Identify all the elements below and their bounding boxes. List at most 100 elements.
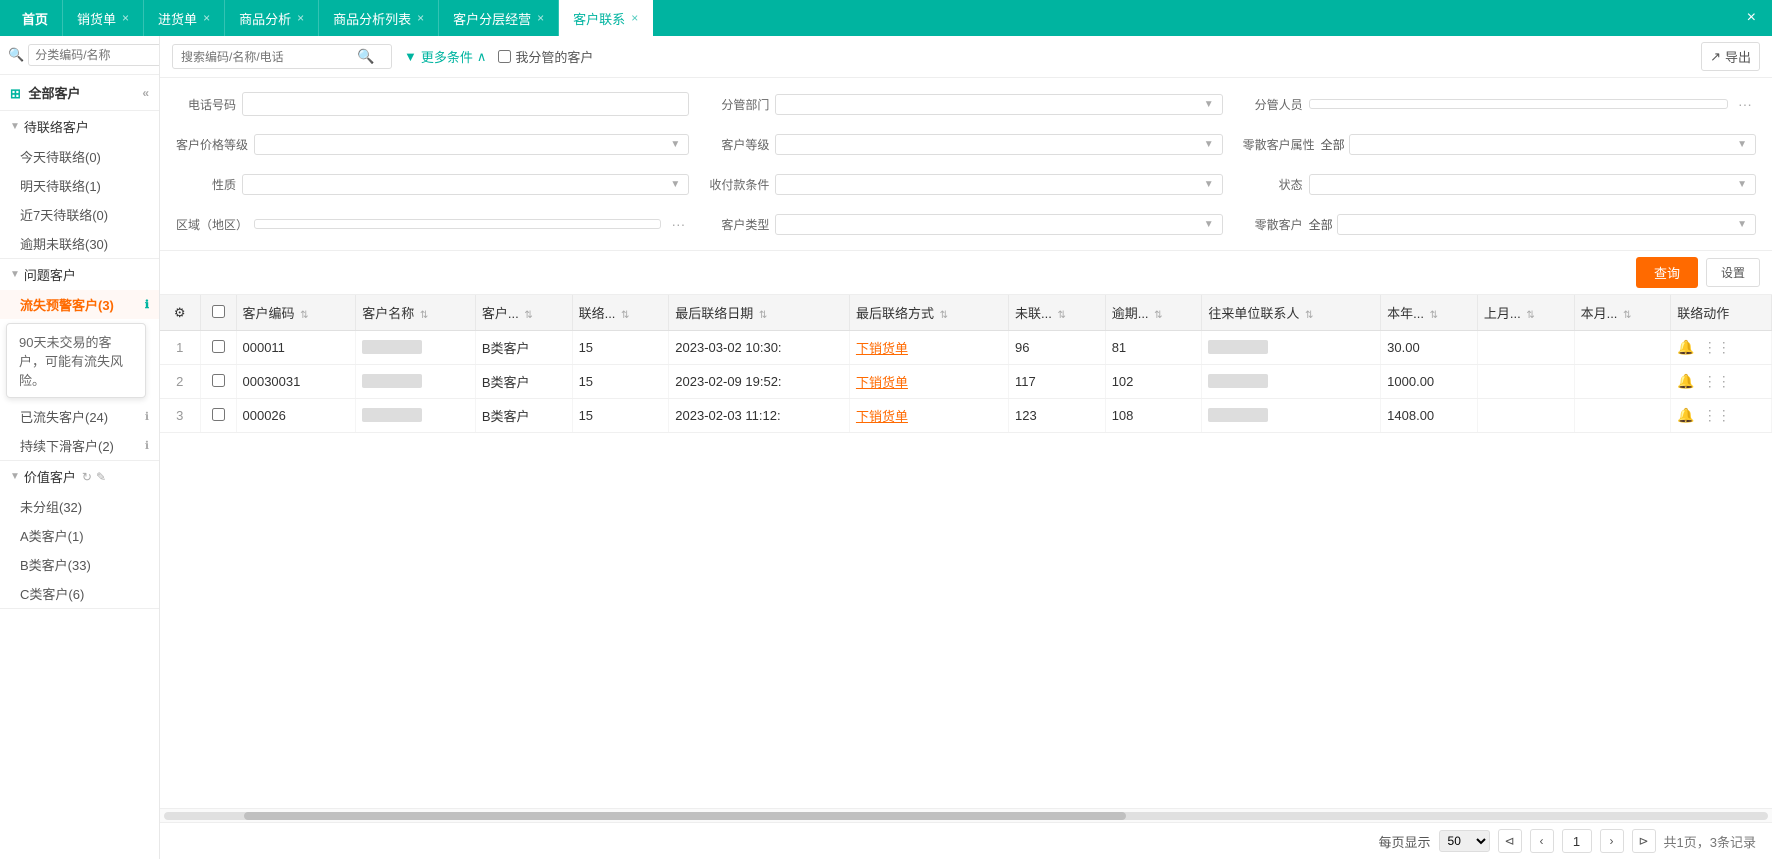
nav-item-home[interactable]: 首页: [8, 0, 63, 36]
sidebar-item-tomorrow-pending[interactable]: 明天待联络(1): [0, 171, 159, 200]
sort-last-month-icon[interactable]: ⇅: [1526, 310, 1534, 321]
nav-item-customer-contact[interactable]: 客户联系 ×: [559, 0, 653, 36]
sort-type-icon[interactable]: ⇅: [524, 310, 532, 321]
cell-checkbox[interactable]: [200, 331, 236, 365]
customer-level-chevron-icon: ▼: [1204, 139, 1214, 150]
cell-checkbox[interactable]: [200, 399, 236, 433]
more-action-icon[interactable]: ⋮⋮: [1703, 407, 1731, 424]
sidebar-item-declining[interactable]: 持续下滑客户(2) ℹ: [0, 431, 159, 460]
close-customer-tier-icon[interactable]: ×: [537, 11, 544, 25]
sort-date-icon[interactable]: ⇅: [759, 310, 767, 321]
sidebar-item-overdue-pending[interactable]: 逾期未联络(30): [0, 229, 159, 258]
nav-item-analysis-list[interactable]: 商品分析列表 ×: [319, 0, 439, 36]
close-analysis-icon[interactable]: ×: [297, 11, 304, 25]
my-customers-checkbox[interactable]: [498, 50, 511, 63]
more-conditions-button[interactable]: ▼ 更多条件 ∧: [404, 47, 486, 66]
sidebar-search-icon[interactable]: 🔍: [8, 47, 24, 63]
pagination-prev-button[interactable]: ‹: [1530, 829, 1554, 853]
region-more-icon[interactable]: ···: [667, 216, 689, 232]
horizontal-scrollbar[interactable]: [160, 808, 1772, 822]
churned-info-icon: ℹ: [145, 410, 149, 423]
sort-overdue-icon[interactable]: ⇅: [1154, 310, 1162, 321]
last-method-link[interactable]: 下销货单: [856, 341, 908, 356]
sidebar-item-ungrouped[interactable]: 未分组(32): [0, 492, 159, 521]
row-checkbox[interactable]: [212, 374, 225, 387]
sidebar-item-type-a[interactable]: A类客户(1): [0, 521, 159, 550]
nav-item-purchase[interactable]: 进货单 ×: [144, 0, 225, 36]
sidebar-collapse-icon[interactable]: «: [142, 86, 149, 100]
sort-this-month-icon[interactable]: ⇅: [1623, 310, 1631, 321]
sidebar-item-churned[interactable]: 已流失客户(24) ℹ: [0, 402, 159, 431]
filter-search-icon[interactable]: 🔍: [357, 48, 374, 65]
sort-name-icon[interactable]: ⇅: [420, 310, 428, 321]
sidebar-item-type-c[interactable]: C类客户(6): [0, 579, 159, 608]
region-select[interactable]: [254, 219, 661, 229]
sort-code-icon[interactable]: ⇅: [300, 310, 308, 321]
close-customer-contact-icon[interactable]: ×: [631, 11, 638, 25]
nav-item-sales[interactable]: 销货单 ×: [63, 0, 144, 36]
last-method-link[interactable]: 下销货单: [856, 375, 908, 390]
pagination-first-button[interactable]: ⊲: [1498, 829, 1522, 853]
sidebar-item-churn-warn[interactable]: 流失预警客户(3) ℹ: [0, 290, 159, 319]
close-purchase-icon[interactable]: ×: [203, 11, 210, 25]
settings-gear-icon[interactable]: ⚙: [174, 305, 186, 320]
contact-icon[interactable]: 🔔: [1677, 373, 1694, 390]
nav-item-customer-tier[interactable]: 客户分层经营 ×: [439, 0, 559, 36]
person-more-icon[interactable]: ···: [1734, 96, 1756, 112]
sort-not-icon[interactable]: ⇅: [1057, 310, 1065, 321]
customer-level-select[interactable]: ▼: [775, 134, 1222, 155]
sidebar-group-value-header[interactable]: ▼ 价值客户 ↻ ✎: [0, 461, 159, 492]
my-customers-filter[interactable]: 我分管的客户: [498, 47, 593, 66]
scatter-prop-select[interactable]: ▼: [1349, 134, 1756, 155]
sort-person-icon[interactable]: ⇅: [1305, 310, 1313, 321]
customer-type-select[interactable]: ▼: [775, 214, 1222, 235]
row-checkbox[interactable]: [212, 340, 225, 353]
sidebar-group-problem-header[interactable]: ▼ 问题客户: [0, 259, 159, 290]
cell-checkbox[interactable]: [200, 365, 236, 399]
value-edit-icon[interactable]: ✎: [96, 470, 106, 484]
sidebar-item-today-pending[interactable]: 今天待联络(0): [0, 142, 159, 171]
sidebar-item-week-pending[interactable]: 近7天待联络(0): [0, 200, 159, 229]
pagination-next-button[interactable]: ›: [1600, 829, 1624, 853]
payment-select[interactable]: ▼: [775, 174, 1222, 195]
close-analysis-list-icon[interactable]: ×: [417, 11, 424, 25]
window-close-button[interactable]: ×: [1739, 9, 1764, 27]
sort-contact-icon[interactable]: ⇅: [621, 310, 629, 321]
nature-select[interactable]: ▼: [242, 174, 689, 195]
pagination-last-button[interactable]: ⊳: [1632, 829, 1656, 853]
main-content: 🔍 ▼ 更多条件 ∧ 我分管的客户 ↗ 导出 电话号码: [160, 36, 1772, 859]
sidebar-group-pending-header[interactable]: ▼ 待联络客户: [0, 111, 159, 142]
export-button[interactable]: ↗ 导出: [1701, 42, 1760, 71]
dept-select[interactable]: ▼: [775, 94, 1222, 115]
scroll-track: [164, 812, 1768, 820]
contact-icon[interactable]: 🔔: [1677, 339, 1694, 356]
settings-button[interactable]: 设置: [1706, 258, 1760, 287]
row-checkbox[interactable]: [212, 408, 225, 421]
per-page-select[interactable]: 50 100 200: [1439, 830, 1490, 852]
phone-input[interactable]: [242, 92, 689, 116]
query-button[interactable]: 查询: [1636, 257, 1698, 288]
value-refresh-icon[interactable]: ↻: [82, 470, 92, 484]
filter-row-region: 区域（地区） ···: [176, 208, 689, 240]
customer-type-label: 客户类型: [709, 216, 769, 233]
nav-item-analysis[interactable]: 商品分析 ×: [225, 0, 319, 36]
status-select[interactable]: ▼: [1309, 174, 1756, 195]
more-action-icon[interactable]: ⋮⋮: [1703, 373, 1731, 390]
last-method-link[interactable]: 下销货单: [856, 409, 908, 424]
sort-year-icon[interactable]: ⇅: [1430, 310, 1438, 321]
sidebar-all-customers-header[interactable]: ⊞ 全部客户 «: [0, 75, 159, 111]
more-action-icon[interactable]: ⋮⋮: [1703, 339, 1731, 356]
filter-search-input[interactable]: [181, 50, 351, 64]
sidebar-search-input[interactable]: [28, 44, 160, 66]
scatter-select[interactable]: ▼: [1337, 214, 1756, 235]
sidebar-item-type-b[interactable]: B类客户(33): [0, 550, 159, 579]
select-all-checkbox[interactable]: [212, 305, 225, 318]
close-sales-icon[interactable]: ×: [122, 11, 129, 25]
contact-icon[interactable]: 🔔: [1677, 407, 1694, 424]
price-level-select[interactable]: ▼: [254, 134, 689, 155]
cell-overdue: 108: [1105, 399, 1202, 433]
scroll-thumb[interactable]: [244, 812, 1126, 820]
person-select[interactable]: [1309, 99, 1728, 109]
sort-method-icon[interactable]: ⇅: [940, 310, 948, 321]
filter-row-payment: 收付款条件 ▼: [709, 168, 1222, 200]
